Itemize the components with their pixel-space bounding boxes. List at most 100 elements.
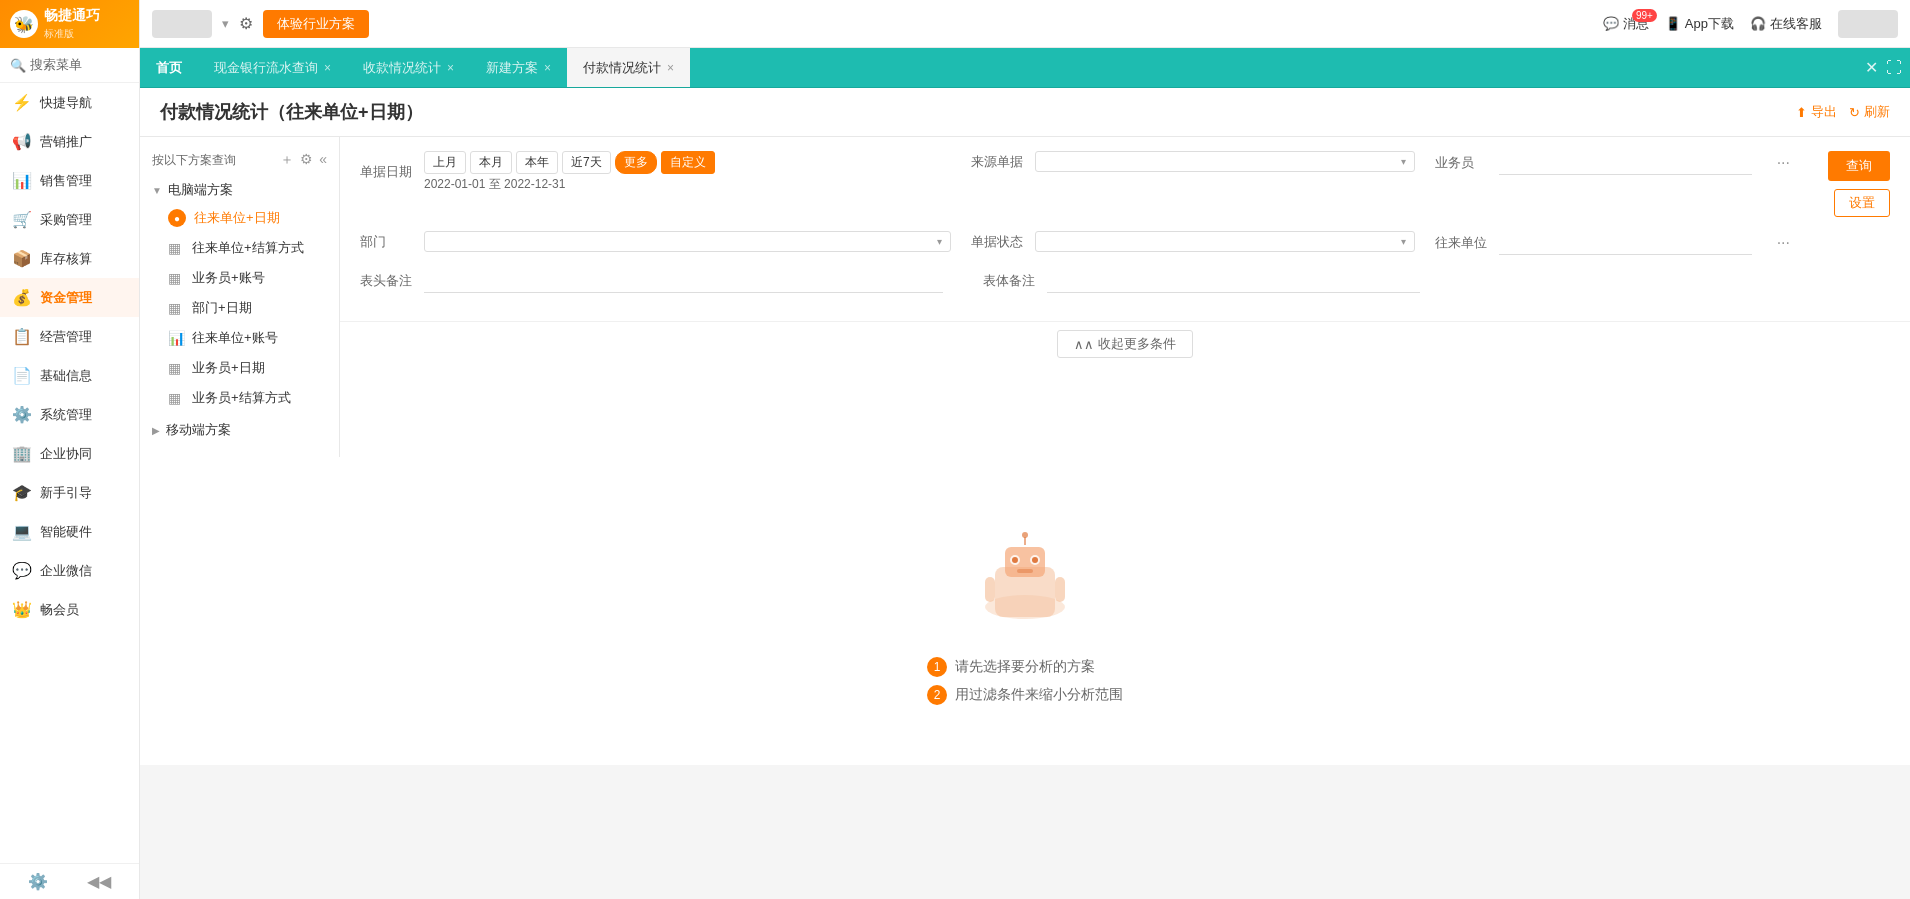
sidebar-item-label: 畅会员 bbox=[40, 601, 79, 619]
tab-bank-flow[interactable]: 现金银行流水查询 × bbox=[198, 48, 347, 87]
table-scheme-icon2: ▦ bbox=[168, 270, 184, 286]
sidebar-item-quick-nav[interactable]: ⚡ 快捷导航 bbox=[0, 83, 139, 122]
header-note-field: 表头备注 bbox=[360, 269, 943, 293]
scheme-item-label: 往来单位+日期 bbox=[194, 209, 280, 227]
inventory-icon: 📦 bbox=[12, 249, 32, 268]
scheme-item-agent-settlement[interactable]: ▦ 业务员+结算方式 bbox=[140, 383, 339, 413]
agent-input[interactable] bbox=[1499, 151, 1752, 175]
scheme-group-mobile-label: 移动端方案 bbox=[166, 421, 231, 439]
collapse-sidebar-icon[interactable]: ◀◀ bbox=[87, 872, 111, 891]
agent-more-icon[interactable]: ··· bbox=[1760, 154, 1790, 172]
tab-income-stats[interactable]: 收款情况统计 × bbox=[347, 48, 470, 87]
date-last-month-btn[interactable]: 上月 bbox=[424, 151, 466, 174]
sidebar-item-wechat[interactable]: 💬 企业微信 bbox=[0, 551, 139, 590]
scheme-item-dept-date[interactable]: ▦ 部门+日期 bbox=[140, 293, 339, 323]
header-note-input[interactable] bbox=[424, 269, 943, 293]
tab-new-scheme[interactable]: 新建方案 × bbox=[470, 48, 567, 87]
topbar-gear-icon[interactable]: ⚙ bbox=[239, 14, 253, 33]
message-badge[interactable]: 💬 消息 99+ bbox=[1603, 15, 1649, 33]
sidebar-item-enterprise[interactable]: 🏢 企业协同 bbox=[0, 434, 139, 473]
date-this-month-btn[interactable]: 本月 bbox=[470, 151, 512, 174]
export-button[interactable]: ⬆ 导出 bbox=[1796, 103, 1837, 121]
sidebar-item-member[interactable]: 👑 畅会员 bbox=[0, 590, 139, 629]
sidebar-item-sales[interactable]: 📊 销售管理 bbox=[0, 161, 139, 200]
scheme-item-label: 业务员+账号 bbox=[192, 269, 265, 287]
settings-scheme-icon[interactable]: ⚙ bbox=[300, 151, 313, 169]
scheme-group-mobile-header[interactable]: ▶ 移动端方案 bbox=[140, 417, 339, 443]
collapse-scheme-icon[interactable]: « bbox=[319, 151, 327, 169]
close-all-tabs-button[interactable]: ✕ bbox=[1865, 58, 1878, 77]
tab-payment-stats-close[interactable]: × bbox=[667, 61, 674, 75]
scheme-sidebar-title: 按以下方案查询 bbox=[152, 152, 236, 169]
scheme-item-counterpart-date[interactable]: ● 往来单位+日期 bbox=[140, 203, 339, 233]
refresh-button[interactable]: ↻ 刷新 bbox=[1849, 103, 1890, 121]
sidebar-item-finance[interactable]: 💰 资金管理 bbox=[0, 278, 139, 317]
chart-scheme-icon: 📊 bbox=[168, 330, 184, 346]
trial-button[interactable]: 体验行业方案 bbox=[263, 10, 369, 38]
online-service-link[interactable]: 🎧 在线客服 bbox=[1750, 15, 1822, 33]
counterpart-more-icon[interactable]: ··· bbox=[1760, 234, 1790, 252]
sidebar-item-label: 智能硬件 bbox=[40, 523, 92, 541]
tab-new-scheme-close[interactable]: × bbox=[544, 61, 551, 75]
version-label: 标准版 bbox=[44, 27, 100, 41]
sidebar-item-operation[interactable]: 📋 经营管理 bbox=[0, 317, 139, 356]
date-custom-btn[interactable]: 自定义 bbox=[661, 151, 715, 174]
brand-name: 畅捷通巧 bbox=[44, 7, 100, 25]
header-note-label: 表头备注 bbox=[360, 272, 416, 290]
settings-footer-icon[interactable]: ⚙️ bbox=[28, 872, 48, 891]
empty-tip-1: 1 请先选择要分析的方案 bbox=[927, 657, 1123, 677]
source-select[interactable]: ▾ bbox=[1035, 151, 1415, 172]
scheme-item-counterpart-settlement[interactable]: ▦ 往来单位+结算方式 bbox=[140, 233, 339, 263]
tab-income-stats-close[interactable]: × bbox=[447, 61, 454, 75]
page-content: 付款情况统计（往来单位+日期） ⬆ 导出 ↻ 刷新 按以下方案查询 ＋ bbox=[140, 88, 1910, 899]
sidebar-item-label: 销售管理 bbox=[40, 172, 92, 190]
page-header-actions: ⬆ 导出 ↻ 刷新 bbox=[1796, 103, 1890, 121]
date-range-value: 2022-01-01 至 2022-12-31 bbox=[424, 176, 715, 193]
refresh-label: 刷新 bbox=[1864, 103, 1890, 121]
settings-button[interactable]: 设置 bbox=[1834, 189, 1890, 217]
tab-bank-flow-close[interactable]: × bbox=[324, 61, 331, 75]
sidebar-item-system[interactable]: ⚙️ 系统管理 bbox=[0, 395, 139, 434]
scheme-item-agent-account[interactable]: ▦ 业务员+账号 bbox=[140, 263, 339, 293]
tab-payment-stats[interactable]: 付款情况统计 × bbox=[567, 48, 690, 87]
sidebar-item-guide[interactable]: 🎓 新手引导 bbox=[0, 473, 139, 512]
tab-home[interactable]: 首页 bbox=[140, 48, 198, 87]
sidebar-item-label: 快捷导航 bbox=[40, 94, 92, 112]
topbar: ▾ ⚙ 体验行业方案 💬 消息 99+ 📱 App下载 🎧 在线客服 bbox=[140, 0, 1910, 48]
counterpart-input[interactable] bbox=[1499, 231, 1752, 255]
counterpart-label: 往来单位 bbox=[1435, 234, 1491, 252]
scheme-item-agent-date[interactable]: ▦ 业务员+日期 bbox=[140, 353, 339, 383]
tip-text-1: 请先选择要分析的方案 bbox=[955, 658, 1095, 676]
date-7days-btn[interactable]: 近7天 bbox=[562, 151, 611, 174]
scheme-item-label: 往来单位+账号 bbox=[192, 329, 278, 347]
dept-select[interactable]: ▾ bbox=[424, 231, 951, 252]
export-label: 导出 bbox=[1811, 103, 1837, 121]
page-title: 付款情况统计（往来单位+日期） bbox=[160, 100, 423, 124]
filter-row-1: 单据日期 上月 本月 本年 近7天 更多 自定义 20 bbox=[360, 151, 1890, 217]
date-this-year-btn[interactable]: 本年 bbox=[516, 151, 558, 174]
tab-payment-stats-label: 付款情况统计 bbox=[583, 59, 661, 77]
sidebar-item-inventory[interactable]: 📦 库存核算 bbox=[0, 239, 139, 278]
query-button[interactable]: 查询 bbox=[1828, 151, 1890, 181]
app-download-link[interactable]: 📱 App下载 bbox=[1665, 15, 1734, 33]
sidebar-item-label: 库存核算 bbox=[40, 250, 92, 268]
collapse-more-button[interactable]: ∧∧ 收起更多条件 bbox=[1057, 330, 1193, 358]
filter-row-2: 部门 ▾ 单据状态 ▾ bbox=[360, 231, 1890, 255]
sidebar-item-purchase[interactable]: 🛒 采购管理 bbox=[0, 200, 139, 239]
maximize-button[interactable]: ⛶ bbox=[1886, 59, 1902, 77]
topbar-chevron-icon[interactable]: ▾ bbox=[222, 16, 229, 31]
date-more-btn[interactable]: 更多 bbox=[615, 151, 657, 174]
sidebar-item-marketing[interactable]: 📢 营销推广 bbox=[0, 122, 139, 161]
body-note-input[interactable] bbox=[1047, 269, 1420, 293]
scheme-item-counterpart-account[interactable]: 📊 往来单位+账号 bbox=[140, 323, 339, 353]
refresh-icon: ↻ bbox=[1849, 105, 1860, 120]
scheme-group-desktop: ▼ 电脑端方案 ● 往来单位+日期 ▦ 往来单位+结算方式 ▦ 业务员+账号 bbox=[140, 177, 339, 413]
purchase-icon: 🛒 bbox=[12, 210, 32, 229]
sidebar-item-hardware[interactable]: 💻 智能硬件 bbox=[0, 512, 139, 551]
add-scheme-icon[interactable]: ＋ bbox=[280, 151, 294, 169]
scheme-group-desktop-header[interactable]: ▼ 电脑端方案 bbox=[140, 177, 339, 203]
search-menu[interactable]: 🔍 搜索菜单 bbox=[0, 48, 139, 83]
main-area: ▾ ⚙ 体验行业方案 💬 消息 99+ 📱 App下载 🎧 在线客服 首页 bbox=[140, 0, 1910, 899]
sidebar-item-basic-info[interactable]: 📄 基础信息 bbox=[0, 356, 139, 395]
status-select[interactable]: ▾ bbox=[1035, 231, 1415, 252]
